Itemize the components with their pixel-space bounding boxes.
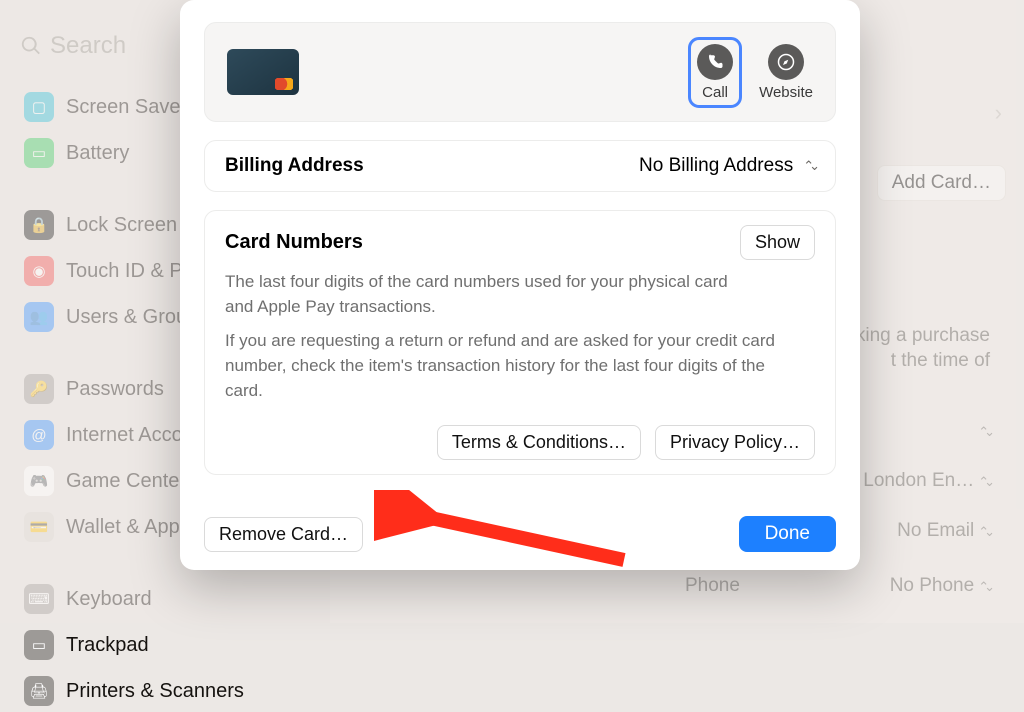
remove-card-button[interactable]: Remove Card…	[204, 517, 363, 552]
card-header-row: Call Website	[204, 22, 836, 122]
done-button[interactable]: Done	[739, 516, 836, 552]
website-label: Website	[759, 84, 813, 101]
privacy-button[interactable]: Privacy Policy…	[655, 425, 815, 460]
call-label: Call	[702, 84, 728, 101]
card-numbers-desc-2: If you are requesting a return or refund…	[225, 329, 791, 403]
phone-icon	[697, 44, 733, 80]
sidebar-icon: ▭	[24, 630, 54, 660]
card-art-icon	[227, 49, 299, 95]
sidebar-item[interactable]: ▭ Trackpad	[14, 624, 316, 666]
compass-icon	[768, 44, 804, 80]
terms-button[interactable]: Terms & Conditions…	[437, 425, 641, 460]
sidebar-item[interactable]: 🖨 Printers & Scanners	[14, 670, 316, 712]
show-button[interactable]: Show	[740, 225, 815, 260]
billing-address-row[interactable]: Billing Address No Billing Address ⌃⌄	[204, 140, 836, 192]
billing-value: No Billing Address	[639, 155, 793, 177]
sidebar-icon: 🖨	[24, 676, 54, 706]
call-button[interactable]: Call	[691, 40, 739, 105]
sidebar-item-label: Trackpad	[66, 634, 149, 657]
updown-icon: ⌃⌄	[803, 158, 815, 174]
card-numbers-section: Card Numbers Show The last four digits o…	[204, 210, 836, 475]
sidebar-item-label: Printers & Scanners	[66, 680, 244, 703]
card-numbers-title: Card Numbers	[225, 231, 363, 254]
website-button[interactable]: Website	[759, 44, 813, 101]
card-numbers-desc-1: The last four digits of the card numbers…	[225, 270, 744, 319]
billing-label: Billing Address	[225, 155, 364, 177]
card-detail-sheet: Call Website Billing Address No Billing …	[180, 0, 860, 570]
